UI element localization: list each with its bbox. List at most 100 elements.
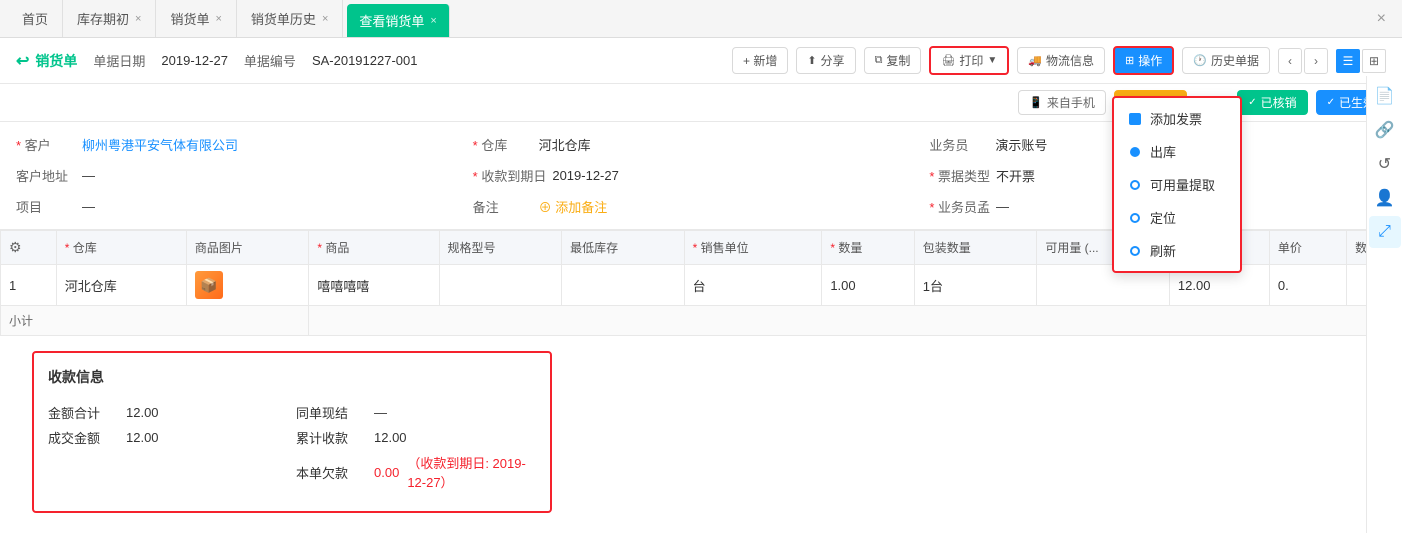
- nav-arrows: ‹ ›: [1278, 48, 1328, 74]
- transaction-row: 成交金额 12.00: [48, 428, 288, 447]
- owe-value: 0.00: [374, 465, 399, 480]
- row-min-stock: [562, 265, 685, 306]
- row-sales-unit: 台: [684, 265, 822, 306]
- row-unit-price: 0.: [1269, 265, 1346, 306]
- left-info: 金额合计 12.00 成交金额 12.00: [48, 403, 288, 497]
- total-amount-label: 金额合计: [48, 403, 118, 422]
- tab-home[interactable]: 首页: [8, 0, 63, 37]
- ticket-type-value: 不开票: [996, 166, 1035, 185]
- owe-row: 本单欠款 0.00 （收款到期日: 2019-12-27）: [296, 453, 536, 491]
- project-label: 项目: [16, 197, 76, 216]
- sales-emp-label: 业务员孟: [929, 197, 990, 216]
- doc-actions: + 新增 ⬆ 分享 ⧉ 复制 🖨 打印 ▼ 🚚 物流信息: [732, 46, 1386, 75]
- col-pack-qty: 包装数量: [914, 231, 1037, 265]
- tab-close-inventory[interactable]: ×: [135, 13, 141, 25]
- window-close-button[interactable]: ×: [1369, 10, 1394, 28]
- next-arrow[interactable]: ›: [1304, 48, 1328, 74]
- col-settings[interactable]: ⚙: [1, 231, 57, 265]
- ticket-type-label: 票据类型: [929, 166, 990, 185]
- col-product-img: 商品图片: [186, 231, 309, 265]
- cumulative-label: 累计收款: [296, 428, 366, 447]
- bottom-area: 收款信息 金额合计 12.00 成交金额 12.00 同单现结 —: [0, 341, 1402, 533]
- subtotal-row: 小计: [1, 306, 1402, 336]
- new-button[interactable]: + 新增: [732, 47, 788, 74]
- cumulative-row: 累计收款 12.00: [296, 428, 536, 447]
- sidebar-refresh-icon[interactable]: ↺: [1369, 148, 1401, 180]
- total-amount-row: 金额合计 12.00: [48, 403, 288, 422]
- customer-row: 客户 柳州粤港平安气体有限公司: [16, 132, 473, 157]
- sidebar-doc-icon[interactable]: 📄: [1369, 80, 1401, 112]
- project-value: —: [82, 199, 95, 214]
- doc-type-icon: ↩: [16, 51, 29, 71]
- document-header: ↩ 销货单 单据日期 2019-12-27 单据编号 SA-20191227-0…: [0, 38, 1402, 84]
- outbound-icon: [1128, 145, 1142, 159]
- sales-emp-value: —: [996, 199, 1009, 214]
- tab-sales-order[interactable]: 销货单 ×: [156, 0, 236, 37]
- row-pack-qty: 1台: [914, 265, 1037, 306]
- history-button[interactable]: 🕐 历史单据: [1182, 47, 1270, 74]
- locate-icon: [1128, 211, 1142, 225]
- same-order-row: 同单现结 —: [296, 403, 536, 422]
- address-label: 客户地址: [16, 166, 76, 185]
- dropdown-locate[interactable]: 定位: [1114, 201, 1240, 234]
- tab-close-sales[interactable]: ×: [215, 13, 221, 25]
- employee-label: 业务员: [929, 135, 989, 154]
- view-toggle: ☰ ⊞: [1336, 49, 1386, 73]
- same-order-label: 同单现结: [296, 403, 366, 422]
- doc-title: ↩ 销货单: [16, 51, 77, 71]
- number-label: 单据编号: [244, 51, 296, 70]
- dropdown-outbound[interactable]: 出库: [1114, 135, 1240, 168]
- sidebar-link-icon[interactable]: 🔗: [1369, 114, 1401, 146]
- prev-arrow[interactable]: ‹: [1278, 48, 1302, 74]
- customer-value[interactable]: 柳州粤港平安气体有限公司: [82, 135, 238, 154]
- cumulative-value: 12.00: [374, 430, 407, 445]
- tab-close-view[interactable]: ×: [430, 15, 436, 27]
- col-warehouse: * 仓库: [56, 231, 186, 265]
- dropdown-add-invoice[interactable]: 添加发票: [1114, 102, 1240, 135]
- right-info: 同单现结 — 累计收款 12.00 本单欠款 0.00 （收款到期日: 2019…: [296, 403, 536, 497]
- total-amount-value: 12.00: [126, 405, 159, 420]
- transaction-label: 成交金额: [48, 428, 118, 447]
- address-row: 客户地址 —: [16, 163, 473, 188]
- date-value: 2019-12-27: [161, 53, 228, 68]
- add-invoice-icon: [1128, 112, 1142, 126]
- grid-view-btn[interactable]: ⊞: [1362, 49, 1386, 73]
- subtotal-label: 小计: [1, 306, 309, 336]
- row-spec: [439, 265, 562, 306]
- tab-sales-history[interactable]: 销货单历史 ×: [237, 0, 343, 37]
- product-image: 📦: [195, 271, 223, 299]
- payment-info-box: 收款信息 金额合计 12.00 成交金额 12.00 同单现结 —: [32, 351, 552, 513]
- sidebar-fullscreen-icon[interactable]: ⤢: [1369, 216, 1401, 248]
- right-sidebar: 📄 🔗 ↺ 👤 ⤢: [1366, 76, 1402, 533]
- dropdown-available-pick[interactable]: 可用量提取: [1114, 168, 1240, 201]
- share-button[interactable]: ⬆ 分享: [796, 47, 855, 74]
- col-min-stock: 最低库存: [562, 231, 685, 265]
- tab-view-sales[interactable]: 查看销货单 ×: [347, 4, 449, 37]
- add-note-button[interactable]: ⊕ 添加备注: [539, 197, 608, 216]
- col-quantity: * 数量: [822, 231, 914, 265]
- payment-date-label: 收款到期日: [473, 166, 547, 185]
- payment-info-title: 收款信息: [48, 367, 536, 387]
- copy-button[interactable]: ⧉ 复制: [864, 47, 922, 74]
- row-warehouse: 河北仓库: [56, 265, 186, 306]
- list-view-btn[interactable]: ☰: [1336, 49, 1360, 73]
- doc-meta: 单据日期 2019-12-27 单据编号 SA-20191227-001: [93, 51, 417, 70]
- row-quantity: 1.00: [822, 265, 914, 306]
- col-sales-unit: * 销售单位: [684, 231, 822, 265]
- tab-inventory-init[interactable]: 库存期初 ×: [63, 0, 156, 37]
- refresh-icon: [1128, 244, 1142, 258]
- sidebar-user-icon[interactable]: 👤: [1369, 182, 1401, 214]
- already-sold-btn[interactable]: ✓ 已核销: [1237, 90, 1307, 115]
- number-value: SA-20191227-001: [312, 53, 418, 68]
- print-button[interactable]: 🖨 打印 ▼: [929, 46, 1009, 75]
- tab-close-history[interactable]: ×: [322, 13, 328, 25]
- logistics-button[interactable]: 🚚 物流信息: [1017, 47, 1105, 74]
- dropdown-refresh[interactable]: 刷新: [1114, 234, 1240, 267]
- row-num: 1: [1, 265, 57, 306]
- doc-type-label: 销货单: [35, 51, 77, 71]
- project-row: 项目 —: [16, 194, 473, 219]
- from-mobile-btn[interactable]: 📱 来自手机: [1018, 90, 1106, 115]
- operations-button[interactable]: ⊞ 操作: [1113, 46, 1174, 75]
- warehouse-label: 仓库: [473, 135, 533, 154]
- tab-bar: 首页 库存期初 × 销货单 × 销货单历史 × 查看销货单 × ×: [0, 0, 1402, 38]
